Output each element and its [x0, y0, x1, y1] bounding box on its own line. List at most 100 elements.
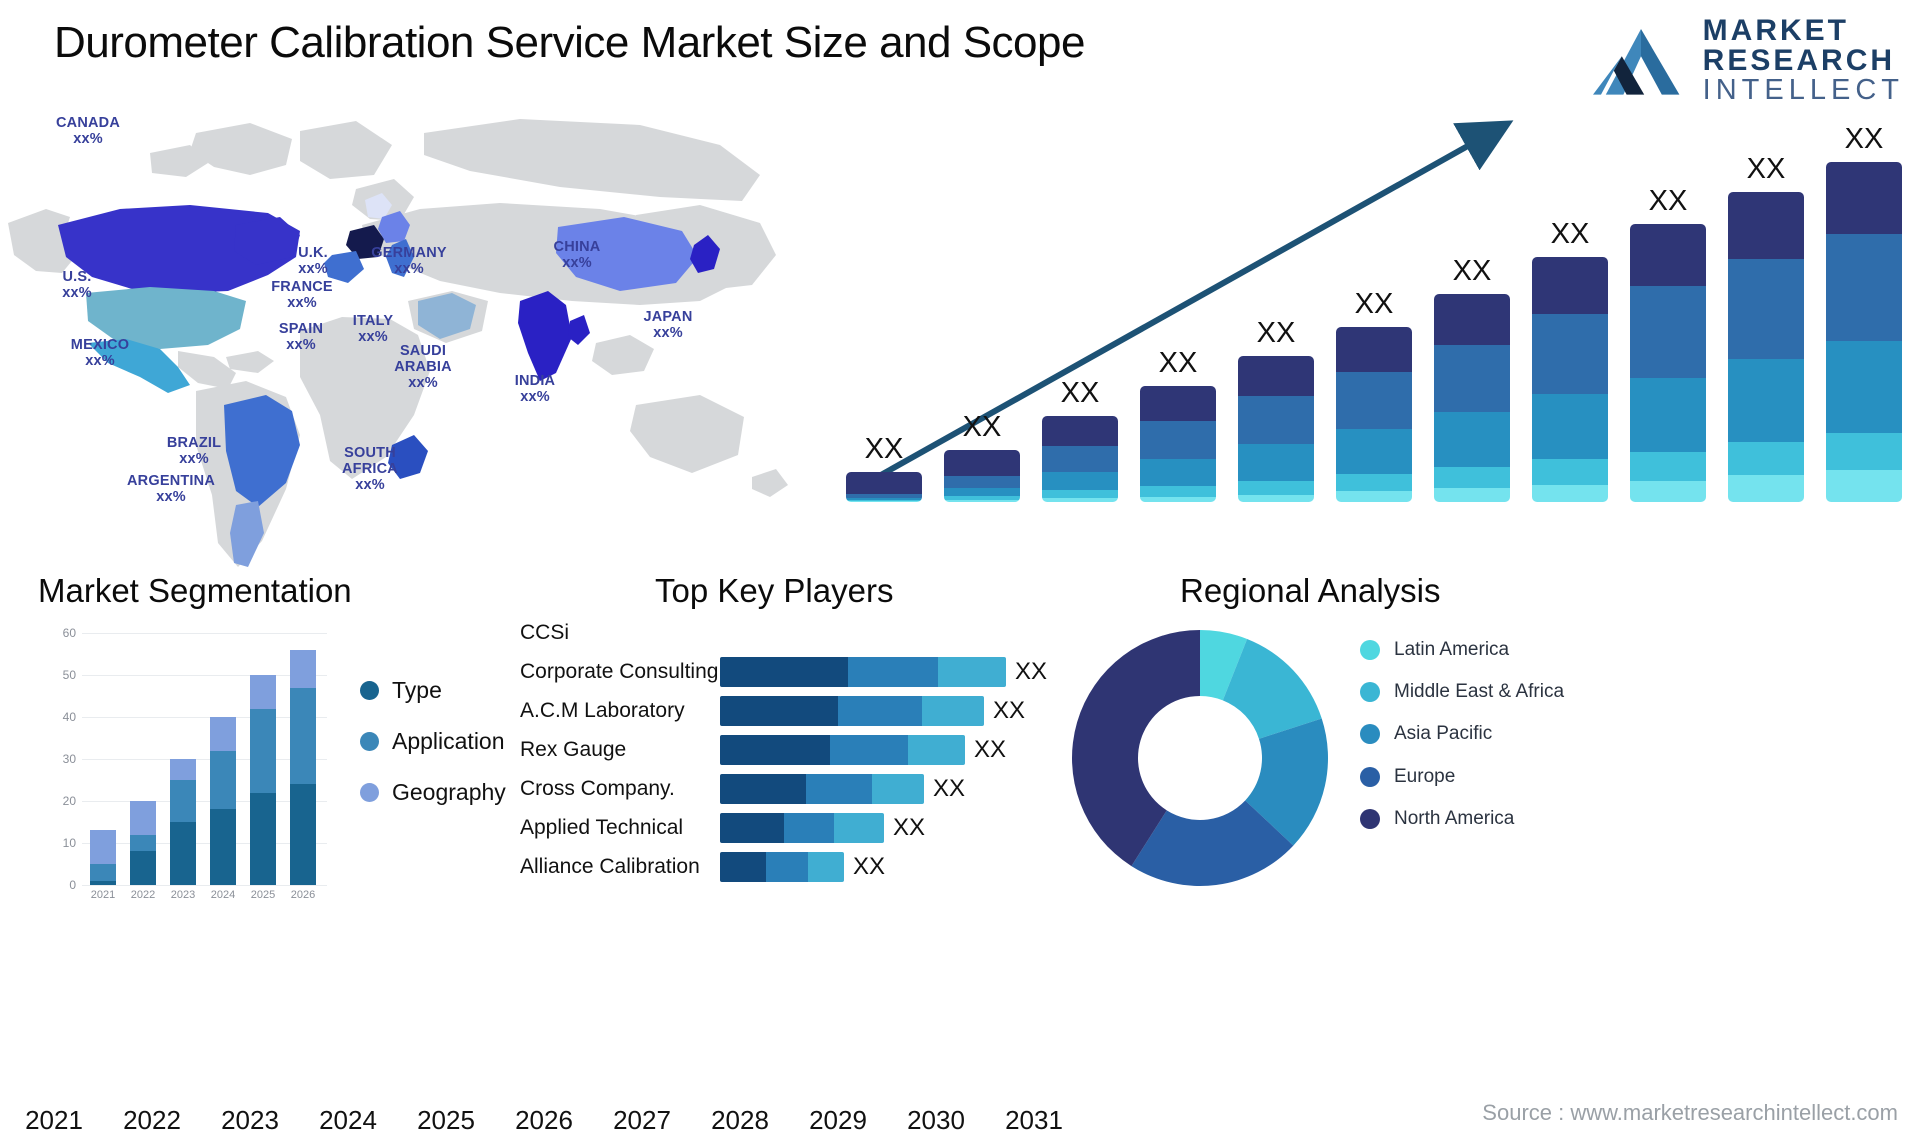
world-map-panel: CANADA xx% U.S. xx% MEXICO xx% BRAZIL xx% AR… [0, 105, 830, 575]
regional-legend-item[interactable]: Middle East & Africa [1360, 680, 1564, 703]
legend-swatch-icon [1360, 724, 1380, 745]
segmentation-y-axis-label: 10 [62, 836, 76, 850]
forecast-x-axis-label: 2023 [221, 1105, 279, 1135]
segmentation-bar-segment [130, 801, 156, 835]
legend-swatch-icon [360, 783, 379, 802]
player-bar [720, 774, 924, 804]
forecast-bars [830, 162, 1920, 502]
forecast-bar-segment [1630, 452, 1706, 481]
forecast-bar-segment [1630, 286, 1706, 378]
regional-legend-item[interactable]: North America [1360, 807, 1564, 830]
legend-swatch-icon [360, 681, 379, 700]
player-bar-segment [720, 657, 848, 687]
player-bar-segment [720, 813, 784, 843]
forecast-bar-value-label: XX [1060, 377, 1100, 409]
map-country-value: xx% [408, 375, 438, 392]
segmentation-legend-item[interactable]: Type [360, 677, 506, 704]
source-note: Source : www.marketresearchintellect.com [1482, 1100, 1898, 1125]
forecast-bar-segment [1042, 490, 1118, 498]
segmentation-y-axis-label: 20 [62, 794, 76, 808]
player-bar-segment [830, 735, 908, 765]
forecast-x-axis-label: 2022 [123, 1105, 181, 1135]
player-bar-segment [784, 813, 834, 843]
forecast-bar-segment [1434, 345, 1510, 412]
regional-analysis-chart: Latin America Middle East & Africa Asia Pa… [1060, 570, 1920, 950]
player-bar-segment [766, 852, 808, 882]
segmentation-bar-segment [90, 880, 116, 885]
player-bar [720, 852, 844, 882]
segmentation-bar-column [210, 717, 236, 885]
forecast-bar-segment [1238, 356, 1314, 396]
forecast-bar-segment [1042, 498, 1118, 502]
forecast-bar-segment [944, 476, 1020, 488]
segmentation-y-axis-label: 30 [62, 752, 76, 766]
forecast-bar-segment [1532, 394, 1608, 459]
forecast-bar-segment [1042, 416, 1118, 446]
map-country-value: xx% [287, 295, 317, 312]
player-row: Corporate Consulting XX [520, 657, 1047, 687]
segmentation-legend-item[interactable]: Application [360, 728, 506, 755]
logo-line-2: RESEARCH [1702, 44, 1896, 77]
forecast-bar-segment [1532, 459, 1608, 485]
forecast-bar-segment [1728, 192, 1804, 259]
forecast-bar-value-label: XX [1746, 153, 1786, 185]
market-segmentation-title: Market Segmentation [38, 572, 352, 609]
map-country-value: xx% [653, 325, 683, 342]
forecast-x-axis-label: 2028 [711, 1105, 769, 1135]
segmentation-legend-label: Type [392, 677, 442, 703]
player-name-label: Corporate Consulting [520, 660, 719, 683]
forecast-bar-segment [944, 500, 1020, 502]
forecast-bar-segment [1140, 459, 1216, 486]
forecast-bar-value-label: XX [962, 411, 1002, 443]
legend-swatch-icon [1360, 682, 1380, 703]
map-country-name: ITALY [352, 313, 394, 329]
regional-legend-item[interactable]: Europe [1360, 765, 1564, 788]
segmentation-bar-segment [170, 759, 196, 780]
forecast-bar-value-label: XX [1452, 255, 1492, 287]
map-country-value: xx% [562, 255, 592, 272]
regional-legend-item[interactable]: Asia Pacific [1360, 722, 1564, 745]
player-bar-value-label: XX [853, 853, 886, 880]
forecast-bar-segment [1140, 486, 1216, 497]
segmentation-x-axis-label: 2022 [130, 889, 156, 901]
map-country-name: SAUDI ARABIA [394, 343, 452, 376]
forecast-bar-segment [1238, 444, 1314, 481]
forecast-x-axis-label: 2030 [907, 1105, 965, 1135]
segmentation-x-axis-label: 2025 [250, 889, 276, 901]
logo-line-1: MARKET [1702, 14, 1849, 47]
player-bar-segment [908, 735, 965, 765]
player-bar [720, 813, 884, 843]
player-row: A.C.M Laboratory XX [520, 696, 1025, 726]
regional-legend-label: Europe [1394, 765, 1456, 787]
segmentation-gridline [82, 633, 327, 634]
forecast-x-axis-label: 2021 [25, 1105, 83, 1135]
regional-legend-item[interactable]: Latin America [1360, 638, 1564, 661]
segmentation-bar-segment [250, 708, 276, 793]
map-country-value: xx% [156, 489, 186, 506]
map-country-value: xx% [520, 389, 550, 406]
player-bar-segment [806, 774, 872, 804]
segmentation-legend: Type Application Geography [360, 677, 506, 830]
forecast-bar-column [1630, 224, 1706, 502]
forecast-bar-value-label: XX [1844, 123, 1884, 155]
map-label-mexico: MEXICO xx% [55, 337, 145, 369]
segmentation-y-axis-label: 50 [62, 668, 76, 682]
map-label-india: INDIA xx% [500, 373, 570, 405]
forecast-bar-segment [1532, 257, 1608, 314]
segmentation-x-axis-label: 2026 [290, 889, 316, 901]
forecast-x-axis-label: 2026 [515, 1105, 573, 1135]
segmentation-bar-segment [210, 750, 236, 810]
forecast-bar-segment [1140, 386, 1216, 421]
forecast-bar-segment [944, 488, 1020, 496]
forecast-bar-segment [1728, 442, 1804, 475]
forecast-bar-value-label: XX [864, 433, 904, 465]
forecast-bar-segment [1434, 294, 1510, 345]
segmentation-legend-item[interactable]: Geography [360, 779, 506, 806]
player-bar-segment [834, 813, 884, 843]
legend-swatch-icon [1360, 808, 1380, 829]
map-country-value: xx% [394, 261, 424, 278]
forecast-bar-value-label: XX [1256, 317, 1296, 349]
segmentation-plot: 0 10 20 30 40 50 60 2021 2022 2023 2024 2025 2026 [63, 626, 327, 901]
forecast-x-axis-label: 2029 [809, 1105, 867, 1135]
map-label-china: CHINA xx% [540, 239, 614, 271]
